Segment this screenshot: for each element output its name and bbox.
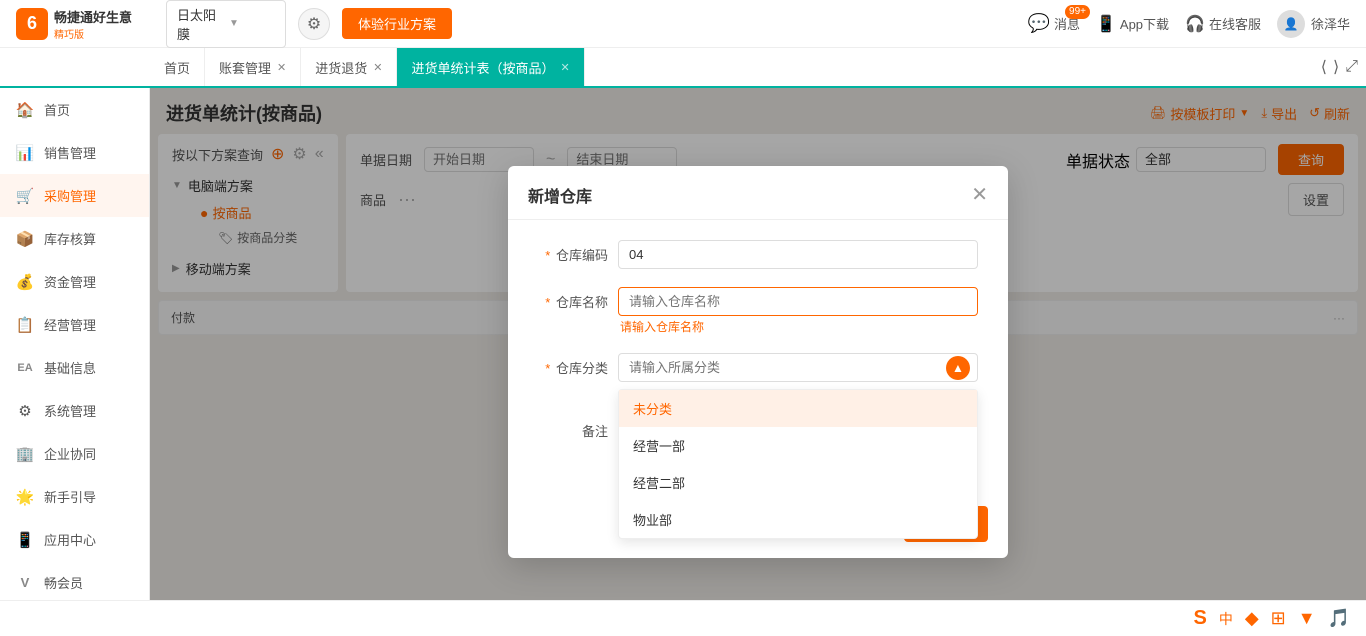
user-area[interactable]: 👤 徐泽华 — [1277, 10, 1350, 38]
form-row-category: * 仓库分类 ▲ 未分类 经营一部 经营二部 物业部 — [538, 353, 978, 382]
system-icon: ⚙ — [16, 402, 34, 420]
name-error-text: 请输入仓库名称 — [620, 318, 978, 335]
mobile-icon: 📱 — [1096, 14, 1116, 34]
diamond-icon[interactable]: ◆ — [1245, 608, 1259, 629]
form-row-name: * 仓库名称 请输入仓库名称 — [538, 287, 978, 335]
category-wrapper: ▲ 未分类 经营一部 经营二部 物业部 — [618, 353, 978, 382]
guide-icon: 🌟 — [16, 488, 34, 506]
app-download-area[interactable]: 📱 App下载 — [1096, 14, 1169, 34]
basic-info-icon: EA — [16, 359, 34, 377]
down-icon[interactable]: ▼ — [1298, 608, 1316, 629]
home-icon: 🏠 — [16, 101, 34, 119]
tab-next-icon[interactable]: ⟩ — [1333, 57, 1339, 77]
note-label: 备注 — [538, 421, 608, 440]
tab-close-icon[interactable]: ✕ — [373, 61, 382, 74]
category-label: * 仓库分类 — [538, 358, 608, 377]
inventory-icon: 📦 — [16, 230, 34, 248]
message-area[interactable]: 💬 消息 99+ — [1028, 13, 1080, 34]
code-label: * 仓库编码 — [538, 245, 608, 264]
message-badge: 99+ — [1065, 5, 1090, 19]
purchase-icon: 🛒 — [16, 187, 34, 205]
bottom-status-bar: S 中 ◆ ⊞ ▼ 🎵 — [0, 600, 1366, 636]
sidebar-item-basic-info[interactable]: EA 基础信息 — [0, 346, 149, 389]
sidebar: 🏠 首页 📊 销售管理 🛒 采购管理 📦 库存核算 💰 资金管理 📋 经营管理 … — [0, 88, 150, 636]
vip-icon: V — [16, 574, 34, 592]
code-input[interactable] — [618, 240, 978, 269]
dropdown-item-dept3[interactable]: 物业部 — [619, 501, 977, 538]
name-input[interactable] — [618, 287, 978, 316]
operations-icon: 📋 — [16, 316, 34, 334]
tab-accounts[interactable]: 账套管理 ✕ — [205, 48, 301, 86]
sidebar-item-vip[interactable]: V 畅会员 — [0, 561, 149, 604]
modal-body: * 仓库编码 * 仓库名称 — [508, 220, 1008, 494]
dropdown-item-uncategorized[interactable]: 未分类 — [619, 390, 977, 427]
sidebar-item-sales[interactable]: 📊 销售管理 — [0, 131, 149, 174]
tab-controls: ⟨ ⟩ ⤢ — [1313, 48, 1366, 86]
category-input[interactable] — [618, 353, 978, 382]
grid-icon[interactable]: ⊞ — [1271, 608, 1286, 629]
sidebar-item-apps[interactable]: 📱 应用中心 — [0, 518, 149, 561]
sidebar-item-operations[interactable]: 📋 经营管理 — [0, 303, 149, 346]
sales-icon: 📊 — [16, 144, 34, 162]
logo-area: 6 畅捷通好生意 精巧版 — [16, 7, 166, 41]
category-dropdown: 未分类 经营一部 经营二部 物业部 — [618, 389, 978, 539]
dropdown-item-dept2[interactable]: 经营二部 — [619, 464, 977, 501]
modal-close-icon[interactable]: ✕ — [971, 182, 988, 207]
online-service-area[interactable]: 🎧 在线客服 — [1185, 14, 1261, 34]
dropdown-item-dept1[interactable]: 经营一部 — [619, 427, 977, 464]
tab-purchase-return[interactable]: 进货退货 ✕ — [301, 48, 397, 86]
sidebar-item-system[interactable]: ⚙ 系统管理 — [0, 389, 149, 432]
tab-close-icon[interactable]: ✕ — [561, 61, 570, 74]
sidebar-item-finance[interactable]: 💰 资金管理 — [0, 260, 149, 303]
tab-close-icon[interactable]: ✕ — [277, 61, 286, 74]
sidebar-item-guide[interactable]: 🌟 新手引导 — [0, 475, 149, 518]
tab-home[interactable]: 首页 — [150, 48, 205, 86]
sidebar-item-inventory[interactable]: 📦 库存核算 — [0, 217, 149, 260]
name-label: * 仓库名称 — [538, 292, 608, 311]
modal-title: 新增仓库 — [528, 183, 592, 207]
s-icon[interactable]: S — [1193, 607, 1206, 630]
trial-button[interactable]: 体验行业方案 — [342, 8, 452, 39]
enterprise-icon: 🏢 — [16, 445, 34, 463]
store-selector[interactable]: 日太阳膜 ▼ — [166, 0, 286, 48]
zh-icon[interactable]: 中 — [1219, 609, 1233, 629]
message-icon: 💬 — [1028, 13, 1050, 34]
sidebar-item-enterprise[interactable]: 🏢 企业协同 — [0, 432, 149, 475]
modal-add-warehouse: 新增仓库 ✕ * 仓库编码 — [508, 166, 1008, 558]
logo-text: 畅捷通好生意 精巧版 — [54, 7, 132, 41]
chevron-down-icon: ▼ — [229, 18, 275, 29]
tab-bar: 首页 账套管理 ✕ 进货退货 ✕ 进货单统计表（按商品） ✕ ⟨ ⟩ ⤢ — [0, 48, 1366, 88]
modal-header: 新增仓库 ✕ — [508, 166, 1008, 220]
avatar: 👤 — [1277, 10, 1305, 38]
category-toggle-icon[interactable]: ▲ — [946, 356, 970, 380]
settings-icon[interactable]: ⚙ — [298, 8, 330, 40]
tab-purchase-stats[interactable]: 进货单统计表（按商品） ✕ — [397, 48, 584, 86]
top-header: 6 畅捷通好生意 精巧版 日太阳膜 ▼ ⚙ 体验行业方案 💬 消息 99+ 📱 … — [0, 0, 1366, 48]
tab-expand-icon[interactable]: ⤢ — [1345, 58, 1358, 76]
headset-icon: 🎧 — [1185, 14, 1205, 34]
music-icon[interactable]: 🎵 — [1328, 608, 1350, 629]
apps-icon: 📱 — [16, 531, 34, 549]
modal-overlay[interactable]: 新增仓库 ✕ * 仓库编码 — [150, 88, 1366, 636]
header-right: 💬 消息 99+ 📱 App下载 🎧 在线客服 👤 徐泽华 — [1028, 10, 1350, 38]
tab-prev-icon[interactable]: ⟨ — [1321, 57, 1327, 77]
form-row-code: * 仓库编码 — [538, 240, 978, 269]
finance-icon: 💰 — [16, 273, 34, 291]
sidebar-item-home[interactable]: 🏠 首页 — [0, 88, 149, 131]
sidebar-item-purchase[interactable]: 🛒 采购管理 — [0, 174, 149, 217]
header-center: 日太阳膜 ▼ ⚙ 体验行业方案 — [166, 0, 1028, 48]
logo-icon: 6 — [16, 8, 48, 40]
main-layout: 🏠 首页 📊 销售管理 🛒 采购管理 📦 库存核算 💰 资金管理 📋 经营管理 … — [0, 88, 1366, 636]
content-area: 进货单统计(按商品) 🖨 按模板打印 ▼ ⤓ 导出 ↺ 刷新 — [150, 88, 1366, 636]
